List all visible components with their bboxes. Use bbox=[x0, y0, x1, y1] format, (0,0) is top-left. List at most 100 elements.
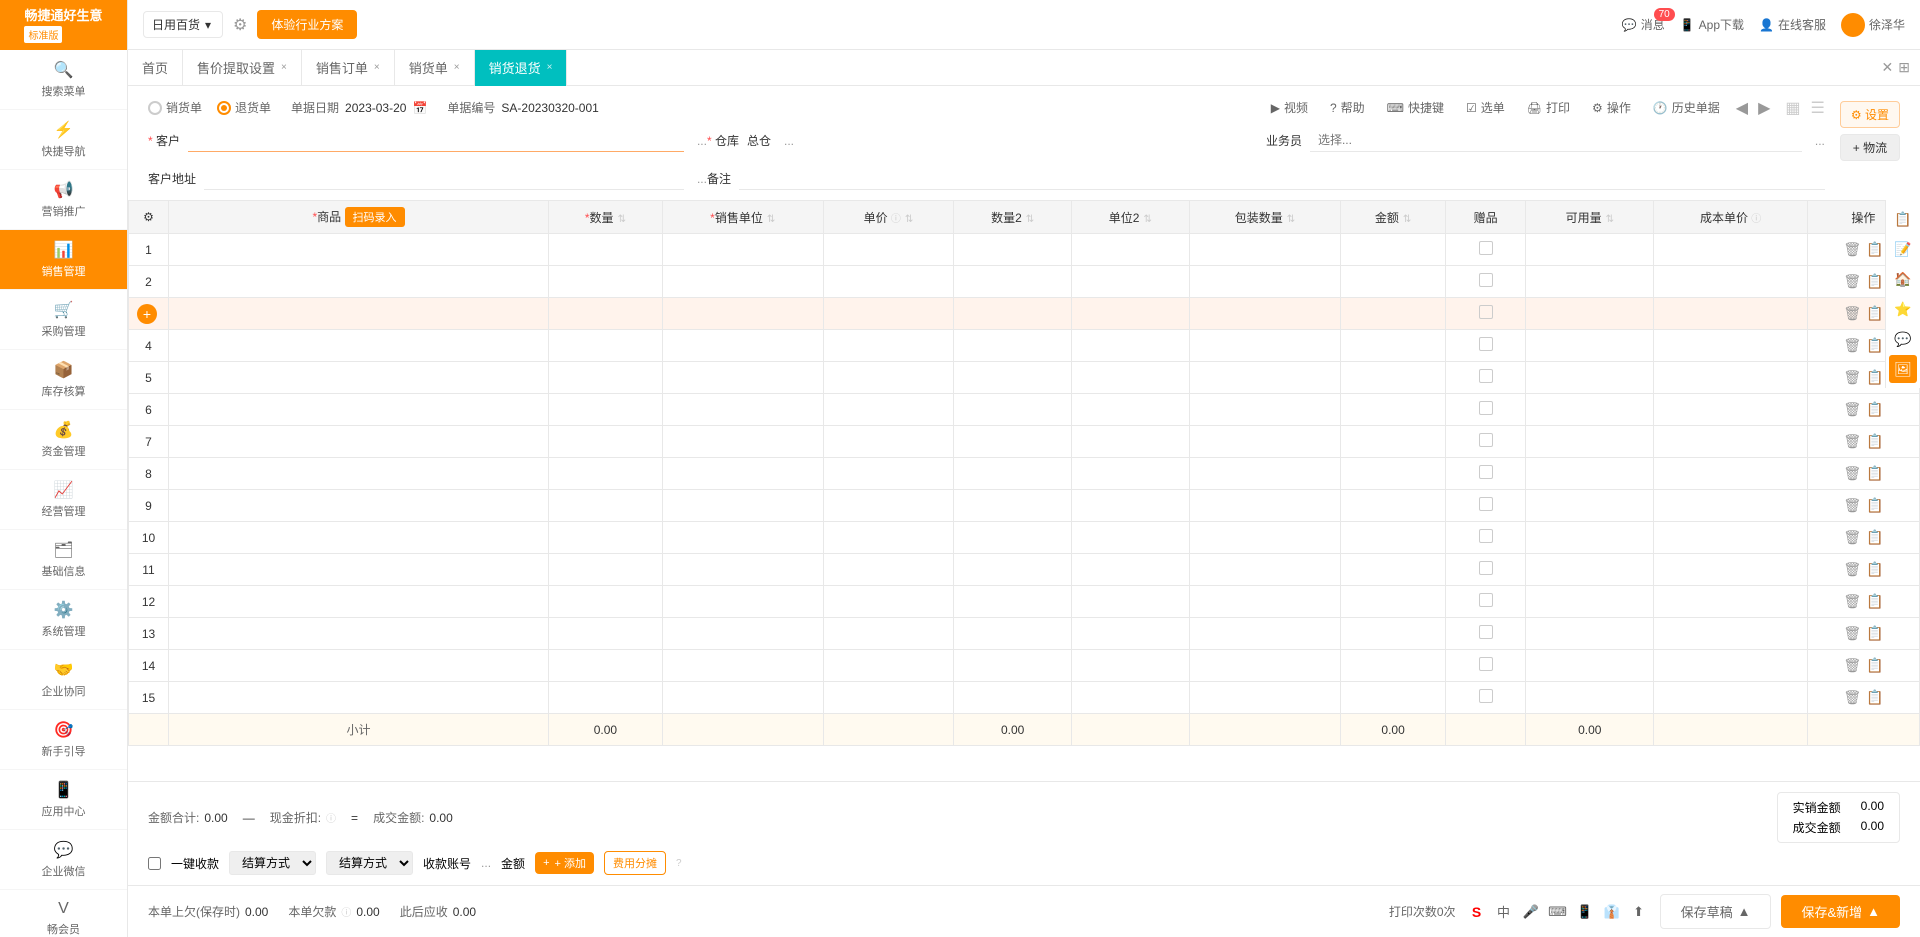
gift-checkbox[interactable] bbox=[1479, 369, 1493, 383]
experience-button[interactable]: 体验行业方案 bbox=[257, 10, 357, 39]
radio-return[interactable]: 退货单 bbox=[217, 99, 271, 116]
tab-home[interactable]: 首页 bbox=[128, 50, 183, 86]
grid-view-icon[interactable]: ▦ bbox=[1785, 98, 1800, 118]
available-cell[interactable] bbox=[1526, 234, 1654, 266]
bottom-icon2[interactable]: 🎤 bbox=[1520, 901, 1542, 923]
gift-checkbox[interactable] bbox=[1479, 657, 1493, 671]
sidebar-item-appcenter[interactable]: 📱 应用中心 bbox=[0, 770, 127, 830]
qty2-cell-active[interactable] bbox=[954, 298, 1072, 330]
address-input[interactable] bbox=[204, 167, 684, 190]
delete-row-icon[interactable]: 🗑 bbox=[1843, 337, 1861, 354]
delete-row-icon[interactable]: 🗑 bbox=[1843, 241, 1861, 258]
gift-checkbox[interactable] bbox=[1479, 465, 1493, 479]
sidebar-item-basic[interactable]: 🗂 基础信息 bbox=[0, 530, 127, 590]
tab-sale-bill[interactable]: 销货单 × bbox=[395, 50, 475, 86]
copy-row-icon[interactable]: 📋 bbox=[1866, 337, 1883, 354]
product-input-active[interactable] bbox=[177, 306, 540, 321]
gift-checkbox[interactable] bbox=[1479, 273, 1493, 287]
delete-row-icon[interactable]: 🗑 bbox=[1843, 369, 1861, 386]
product-cell-active[interactable] bbox=[169, 298, 549, 330]
address-dots[interactable]: ... bbox=[697, 172, 707, 186]
packqty-cell[interactable] bbox=[1189, 234, 1341, 266]
copy-row-icon[interactable]: 📋 bbox=[1866, 369, 1883, 386]
copy-row-icon[interactable]: 📋 bbox=[1866, 593, 1883, 610]
sidebar-item-enterprise[interactable]: 🤝 企业协同 bbox=[0, 650, 127, 710]
sidebar-item-wechat[interactable]: 💬 企业微信 bbox=[0, 830, 127, 890]
copy-row-icon[interactable]: 📋 bbox=[1866, 401, 1883, 418]
edge-btn-4[interactable]: ⭐ bbox=[1889, 295, 1917, 323]
user-profile[interactable]: 徐泽华 bbox=[1841, 13, 1905, 37]
available-cell-active[interactable] bbox=[1526, 298, 1654, 330]
list-view-icon[interactable]: ☰ bbox=[1811, 98, 1825, 118]
gift-checkbox[interactable] bbox=[1479, 401, 1493, 415]
bottom-icon5[interactable]: 👔 bbox=[1601, 901, 1623, 923]
add-row-button[interactable]: + bbox=[137, 304, 157, 324]
packqty-cell-active[interactable] bbox=[1189, 298, 1341, 330]
copy-row-icon[interactable]: 📋 bbox=[1866, 689, 1883, 706]
sidebar-item-system[interactable]: ⚙️ 系统管理 bbox=[0, 590, 127, 650]
sidebar-item-newguide[interactable]: 🎯 新手引导 bbox=[0, 710, 127, 770]
qty-cell[interactable] bbox=[549, 234, 663, 266]
scan-button[interactable]: 扫码录入 bbox=[345, 207, 405, 227]
app-download-button[interactable]: 📱 App下载 bbox=[1680, 16, 1744, 33]
copy-row-icon[interactable]: 📋 bbox=[1866, 433, 1883, 450]
salesperson-input[interactable] bbox=[1310, 129, 1802, 152]
product-cell[interactable] bbox=[169, 266, 549, 298]
account-input-area[interactable]: ... bbox=[481, 856, 491, 870]
copy-row-icon[interactable]: 📋 bbox=[1866, 657, 1883, 674]
delete-row-icon[interactable]: 🗑 bbox=[1843, 401, 1861, 418]
unit2-cell-active[interactable] bbox=[1071, 298, 1189, 330]
industry-select[interactable]: 日用百货 ▾ bbox=[143, 11, 223, 38]
delete-row-icon[interactable]: 🗑 bbox=[1843, 593, 1861, 610]
online-service-button[interactable]: 👤 在线客服 bbox=[1759, 16, 1826, 33]
bottom-icon6[interactable]: ⬆ bbox=[1628, 901, 1650, 923]
tab-sale-return-close[interactable]: × bbox=[547, 62, 553, 73]
help-btn[interactable]: ? 帮助 bbox=[1324, 96, 1371, 119]
calendar-icon[interactable]: 📅 bbox=[412, 101, 427, 115]
one-click-payment-checkbox[interactable] bbox=[148, 857, 161, 870]
edge-btn-1[interactable]: 📋 bbox=[1889, 205, 1917, 233]
gift-checkbox[interactable] bbox=[1479, 337, 1493, 351]
customer-dots[interactable]: ... bbox=[697, 134, 707, 148]
sidebar-item-sales[interactable]: 📊 销售管理 bbox=[0, 230, 127, 290]
copy-row-icon[interactable]: 📋 bbox=[1866, 305, 1883, 322]
available-cell[interactable] bbox=[1526, 266, 1654, 298]
copy-row-icon[interactable]: 📋 bbox=[1866, 273, 1883, 290]
costprice-cell[interactable] bbox=[1654, 234, 1807, 266]
qty-cell[interactable] bbox=[549, 266, 663, 298]
copy-row-icon[interactable]: 📋 bbox=[1866, 529, 1883, 546]
gift-checkbox[interactable] bbox=[1479, 689, 1493, 703]
delete-row-icon[interactable]: 🗑 bbox=[1843, 689, 1861, 706]
gift-checkbox[interactable] bbox=[1479, 497, 1493, 511]
tab-sale-price-close[interactable]: × bbox=[281, 62, 287, 73]
unit2-cell[interactable] bbox=[1071, 234, 1189, 266]
payment-method-select[interactable]: 结算方式 bbox=[229, 851, 316, 875]
logistics-button[interactable]: + 物流 bbox=[1840, 134, 1900, 161]
nav-next-icon[interactable]: ▶ bbox=[1758, 98, 1770, 118]
bottom-icon4[interactable]: 📱 bbox=[1574, 901, 1596, 923]
sidebar-item-marketing[interactable]: 📢 营销推广 bbox=[0, 170, 127, 230]
save-draft-button[interactable]: 保存草稿 ▲ bbox=[1660, 894, 1772, 929]
split-fee-info[interactable]: ? bbox=[676, 858, 682, 869]
sidebar-item-purchase[interactable]: 🛒 采购管理 bbox=[0, 290, 127, 350]
price-cell[interactable] bbox=[823, 266, 954, 298]
copy-row-icon[interactable]: 📋 bbox=[1866, 497, 1883, 514]
delete-row-icon[interactable]: 🗑 bbox=[1843, 465, 1861, 482]
costprice-cell-active[interactable] bbox=[1654, 298, 1807, 330]
customer-input[interactable] bbox=[188, 129, 684, 152]
copy-row-icon[interactable]: 📋 bbox=[1866, 561, 1883, 578]
unit-cell[interactable] bbox=[662, 266, 823, 298]
sidebar-item-finance[interactable]: 💰 资金管理 bbox=[0, 410, 127, 470]
sidebar-item-inventory[interactable]: 📦 库存核算 bbox=[0, 350, 127, 410]
tab-sale-bill-close[interactable]: × bbox=[454, 62, 460, 73]
save-new-button[interactable]: 保存&新增 ▲ bbox=[1781, 895, 1900, 928]
gift-checkbox[interactable] bbox=[1479, 561, 1493, 575]
qty2-cell[interactable] bbox=[954, 234, 1072, 266]
qty-cell-active[interactable] bbox=[549, 298, 663, 330]
nav-prev-icon[interactable]: ◀ bbox=[1736, 98, 1748, 118]
settings-button[interactable]: ⚙ 设置 bbox=[1840, 101, 1900, 128]
salesperson-dots[interactable]: ... bbox=[1815, 134, 1825, 148]
edge-btn-5[interactable]: 💬 bbox=[1889, 325, 1917, 353]
qty2-cell[interactable] bbox=[954, 266, 1072, 298]
amount-cell-active[interactable] bbox=[1341, 298, 1446, 330]
